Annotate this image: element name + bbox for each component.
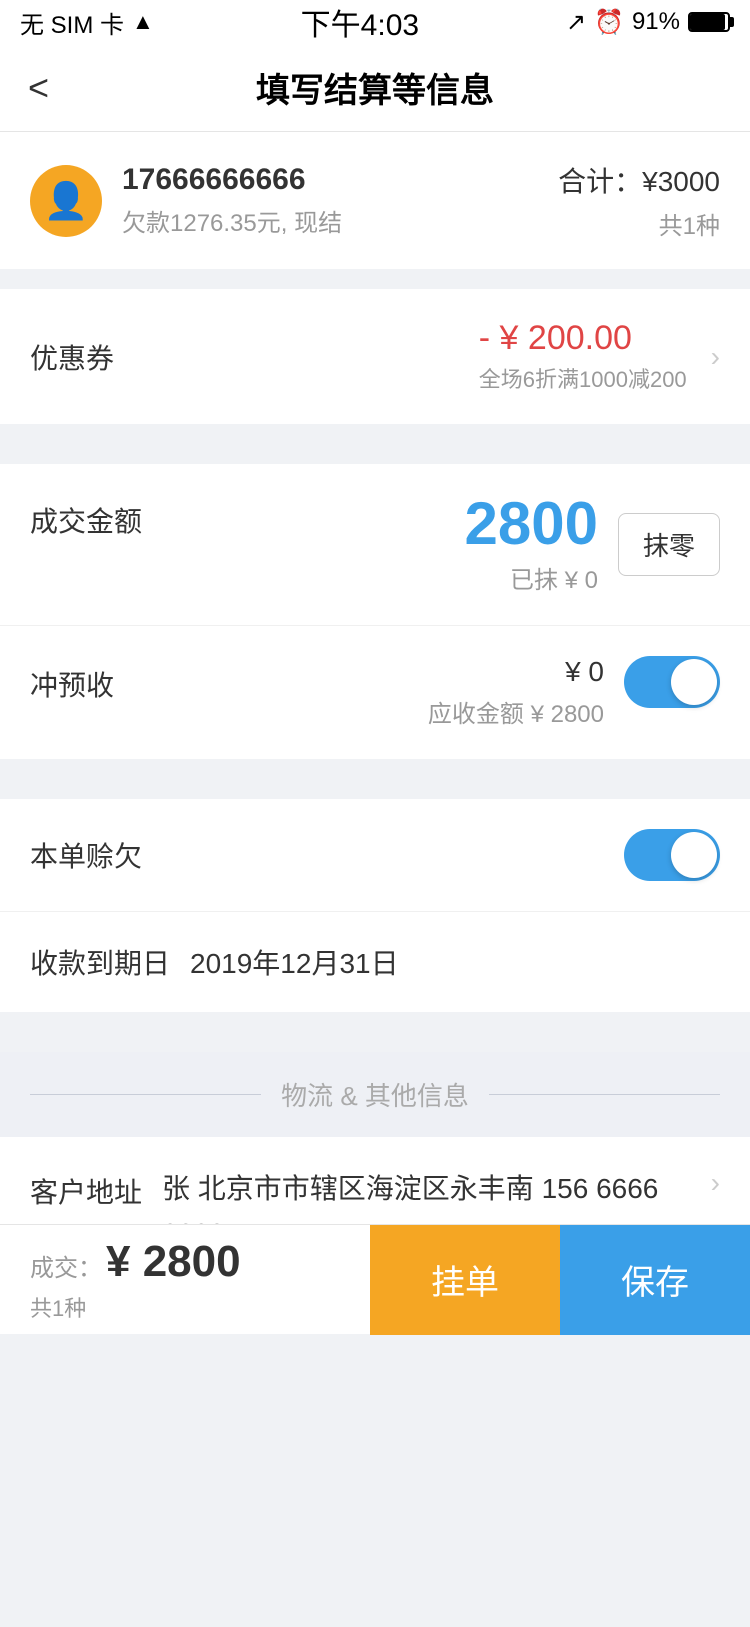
coupon-card: 优惠券 - ¥ 200.00 全场6折满1000减200 › xyxy=(0,289,750,424)
erase-button[interactable]: 抹零 xyxy=(618,513,720,576)
carrier-label: 无 SIM 卡 xyxy=(20,5,124,40)
due-date-row: 收款到期日 2019年12月31日 xyxy=(0,912,750,1012)
deal-amount-row: 成交金额 2800 已抹 ¥ 0 抹零 xyxy=(0,464,750,625)
user-info: 17666666666 欠款1276.35元, 现结 xyxy=(122,163,558,238)
chong-yu-shou-row: 冲预收 ¥ 0 应收金额 ¥ 2800 xyxy=(0,626,750,759)
chong-yu-shou-toggle-knob xyxy=(671,659,717,705)
divider-line-left xyxy=(30,1094,261,1095)
save-button[interactable]: 保存 xyxy=(560,1225,750,1335)
bottom-count: 共1种 xyxy=(30,1291,340,1323)
chevron-right-icon: › xyxy=(711,341,720,373)
deal-center: 2800 已抹 ¥ 0 xyxy=(142,494,598,595)
separator-1 xyxy=(0,444,750,464)
page-title: 填写结算等信息 xyxy=(256,63,494,112)
gray-background xyxy=(0,1307,750,1507)
wifi-icon: ▲ xyxy=(132,9,154,35)
nav-bar: < 填写结算等信息 xyxy=(0,44,750,132)
status-time: 下午4:03 xyxy=(301,0,419,44)
bottom-deal-row: 成交： ¥ 2800 xyxy=(30,1237,340,1287)
total-count: 共1种 xyxy=(558,206,720,241)
coupon-discount: - ¥ 200.00 xyxy=(479,319,687,358)
hold-button[interactable]: 挂单 xyxy=(370,1225,560,1335)
deal-amount-label: 成交金额 xyxy=(30,494,142,540)
coupon-label: 优惠券 xyxy=(30,337,114,377)
total-amount: 合计：¥3000 xyxy=(558,160,720,200)
separator-2 xyxy=(0,779,750,799)
chong-yu-shou-label: 冲预收 xyxy=(30,656,428,704)
ben-dan-label: 本单赊欠 xyxy=(30,835,142,875)
user-debt: 欠款1276.35元, 现结 xyxy=(122,203,558,238)
due-date-value: 2019年12月31日 xyxy=(190,942,399,982)
user-row: 👤 17666666666 欠款1276.35元, 现结 合计：¥3000 共1… xyxy=(0,132,750,269)
coupon-row[interactable]: 优惠券 - ¥ 200.00 全场6折满1000减200 › xyxy=(0,289,750,424)
separator-3 xyxy=(0,1032,750,1052)
coupon-right: - ¥ 200.00 全场6折满1000减200 › xyxy=(479,319,720,394)
chong-yu-shou-toggle-wrapper xyxy=(624,656,720,708)
chong-yu-shou-right: ¥ 0 应收金额 ¥ 2800 xyxy=(428,656,604,729)
due-date-label: 收款到期日 xyxy=(30,942,170,982)
chong-yu-shou-toggle[interactable] xyxy=(624,656,720,708)
status-left: 无 SIM 卡 ▲ xyxy=(20,5,154,40)
status-right: ↗ ⏰ 91% xyxy=(566,8,730,37)
coupon-right-block: - ¥ 200.00 全场6折满1000减200 xyxy=(479,319,687,394)
address-chevron-icon: › xyxy=(711,1167,720,1199)
user-info-card: 👤 17666666666 欠款1276.35元, 现结 合计：¥3000 共1… xyxy=(0,132,750,269)
deal-amount-value: 2800 xyxy=(465,494,598,554)
chong-yu-shou-sub: 应收金额 ¥ 2800 xyxy=(428,694,604,729)
location-icon: ↗ xyxy=(566,8,586,37)
chong-yu-shou-value: ¥ 0 xyxy=(565,656,604,688)
alarm-icon: ⏰ xyxy=(594,8,624,37)
deal-erased: 已抹 ¥ 0 xyxy=(510,560,598,595)
logistics-divider: 物流 & 其他信息 xyxy=(0,1052,750,1137)
content: 👤 17666666666 欠款1276.35元, 现结 合计：¥3000 共1… xyxy=(0,132,750,1627)
bottom-deal-label: 成交： xyxy=(30,1248,102,1283)
due-date-wrapper: 收款到期日 2019年12月31日 xyxy=(0,911,750,1012)
ben-dan-row: 本单赊欠 xyxy=(0,799,750,911)
ben-dan-card: 本单赊欠 收款到期日 2019年12月31日 xyxy=(0,799,750,1012)
bottom-bar: 成交： ¥ 2800 共1种 挂单 保存 xyxy=(0,1224,750,1334)
user-icon: 👤 xyxy=(44,180,89,222)
deal-amount-card: 成交金额 2800 已抹 ¥ 0 抹零 冲预收 ¥ 0 应收金额 ¥ 2800 xyxy=(0,464,750,759)
coupon-desc: 全场6折满1000减200 xyxy=(479,362,687,394)
bottom-deal-amount: ¥ 2800 xyxy=(106,1237,241,1287)
user-phone: 17666666666 xyxy=(122,163,558,197)
ben-dan-toggle-knob xyxy=(671,832,717,878)
user-total: 合计：¥3000 共1种 xyxy=(558,160,720,241)
avatar: 👤 xyxy=(30,165,102,237)
divider-line-right xyxy=(489,1094,720,1095)
address-label: 客户地址 xyxy=(30,1167,142,1211)
status-bar: 无 SIM 卡 ▲ 下午4:03 ↗ ⏰ 91% xyxy=(0,0,750,44)
battery-icon xyxy=(688,12,730,32)
bottom-summary: 成交： ¥ 2800 共1种 xyxy=(0,1237,370,1323)
logistics-label: 物流 & 其他信息 xyxy=(281,1076,469,1113)
chong-yu-shou-row-wrapper: 冲预收 ¥ 0 应收金额 ¥ 2800 xyxy=(0,625,750,759)
battery-percent: 91% xyxy=(632,8,680,36)
back-button[interactable]: < xyxy=(28,67,49,109)
ben-dan-toggle[interactable] xyxy=(624,829,720,881)
